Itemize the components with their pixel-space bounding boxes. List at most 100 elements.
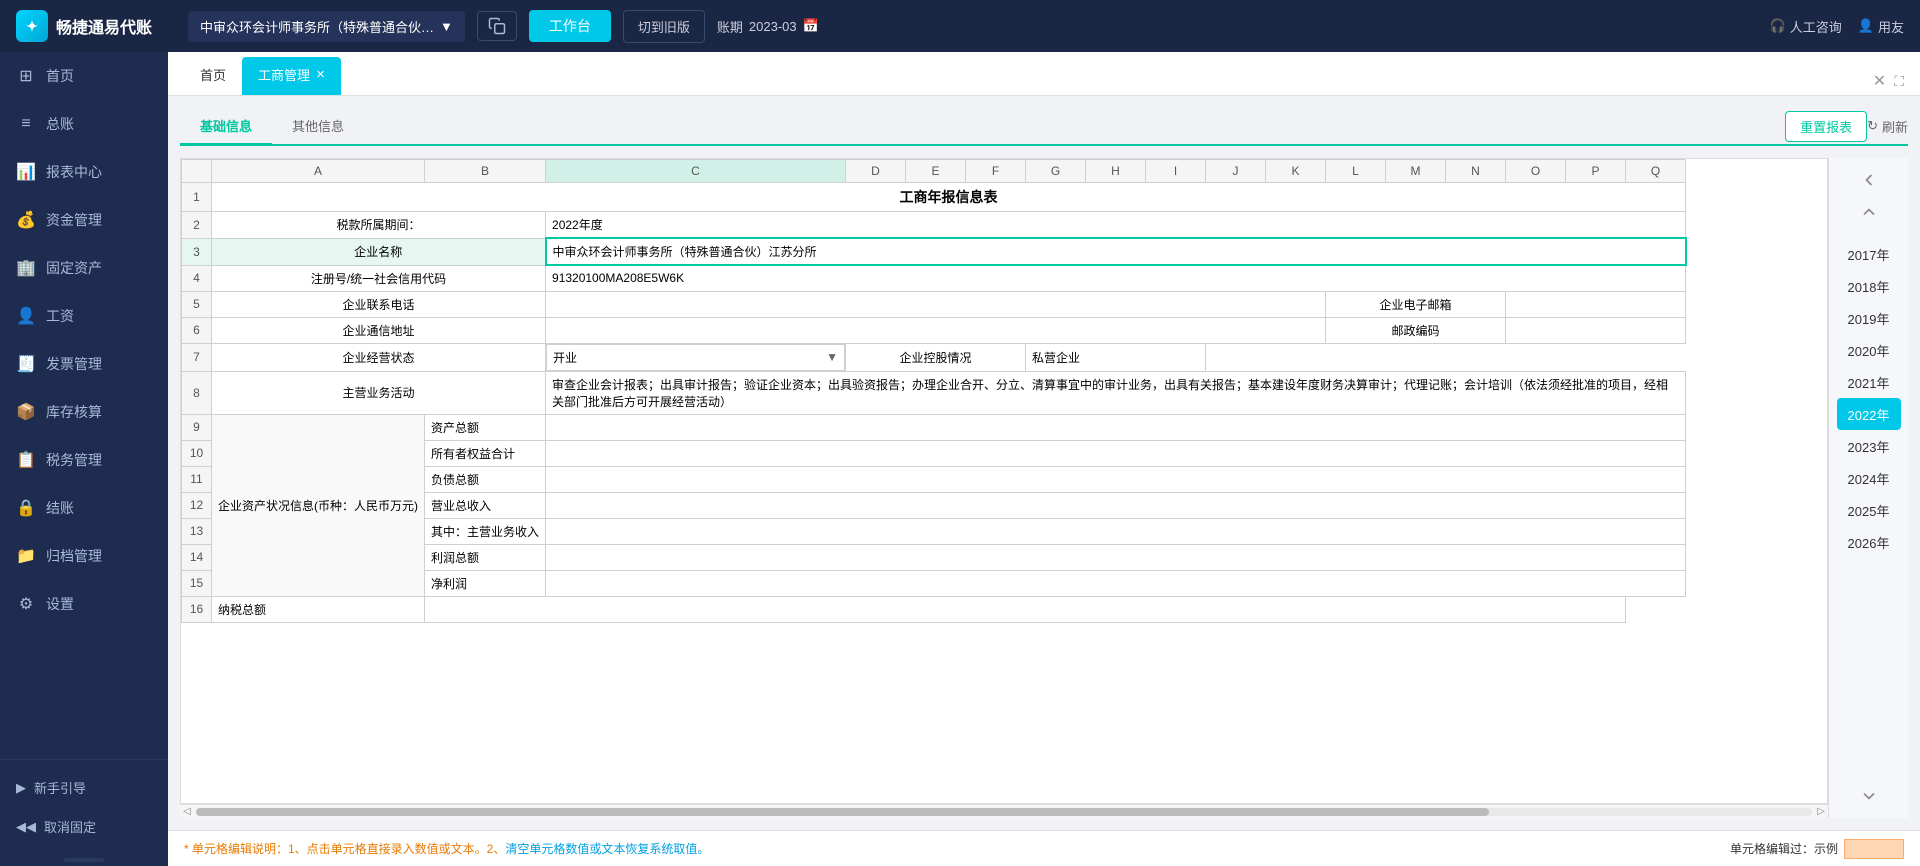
panel-collapse-button[interactable] bbox=[1839, 166, 1899, 194]
col-header-b: B bbox=[425, 160, 546, 183]
sidebar-item-archive[interactable]: 📁 归档管理 bbox=[0, 532, 168, 580]
calendar-icon[interactable]: 📅 bbox=[803, 18, 819, 34]
sidebar-label-archive: 归档管理 bbox=[46, 546, 102, 566]
panel-up-button[interactable] bbox=[1839, 198, 1899, 226]
profit-value-cell[interactable] bbox=[546, 544, 1686, 570]
year-item[interactable]: 2022年 bbox=[1837, 398, 1901, 430]
table-row: 9 企业资产状况信息(币种：人民币万元) 资产总额 bbox=[182, 414, 1686, 440]
consultation-link[interactable]: 🎧 人工咨询 bbox=[1770, 17, 1842, 36]
address-value-cell[interactable] bbox=[546, 317, 1326, 343]
cell-edited-sample bbox=[1844, 839, 1904, 859]
app-name: 畅捷通易代账 bbox=[56, 14, 152, 38]
equity-value-cell[interactable] bbox=[546, 440, 1686, 466]
year-item[interactable]: 2025年 bbox=[1837, 494, 1901, 526]
holding-value-cell[interactable]: 私营企业 bbox=[1026, 343, 1206, 371]
page-content: 基础信息 其他信息 重置报表 ↻ 刷新 bbox=[168, 96, 1920, 830]
refresh-button[interactable]: ↻ 刷新 bbox=[1867, 117, 1908, 136]
year-item[interactable]: 2023年 bbox=[1837, 430, 1901, 462]
horizontal-scrollbar[interactable]: ◁ ▷ bbox=[180, 804, 1828, 818]
col-header-c: C bbox=[546, 160, 846, 183]
company-selector[interactable]: 中审众环会计师事务所（特殊普通合伙… ▼ bbox=[188, 11, 465, 42]
asset-value-cell[interactable] bbox=[546, 414, 1686, 440]
scroll-track[interactable] bbox=[196, 808, 1812, 816]
settings-icon: ⚙ bbox=[16, 594, 36, 614]
email-value-cell[interactable] bbox=[1506, 291, 1686, 317]
status-dropdown-icon[interactable]: ▼ bbox=[826, 350, 838, 364]
close-window-icon[interactable]: ✕ bbox=[1873, 71, 1886, 91]
scroll-right-arrow[interactable]: ▷ bbox=[1814, 806, 1828, 817]
postcode-label-cell: 邮政编码 bbox=[1326, 317, 1506, 343]
table-row: 2 税款所属期间： 2022年度 bbox=[182, 212, 1686, 239]
dropdown-arrow-icon: ▼ bbox=[440, 19, 453, 34]
copy-button[interactable] bbox=[477, 11, 517, 41]
debt-value-cell[interactable] bbox=[546, 466, 1686, 492]
revenue-value-cell[interactable] bbox=[546, 492, 1686, 518]
main-revenue-value-cell[interactable] bbox=[546, 518, 1686, 544]
status-value-cell[interactable]: 开业 ▼ bbox=[546, 344, 845, 371]
net-profit-value-cell[interactable] bbox=[546, 570, 1686, 596]
sidebar-item-report[interactable]: 📊 报表中心 bbox=[0, 148, 168, 196]
scroll-left-arrow[interactable]: ◁ bbox=[180, 806, 194, 817]
table-row: 8 主营业务活动 审查企业会计报表；出具审计报告；验证企业资本；出具验资报告；办… bbox=[182, 371, 1686, 414]
reset-report-button[interactable]: 重置报表 bbox=[1785, 111, 1867, 142]
sidebar-item-finance[interactable]: 💰 资金管理 bbox=[0, 196, 168, 244]
col-header-o: O bbox=[1506, 160, 1566, 183]
tab-close-icon[interactable]: ✕ bbox=[316, 68, 325, 81]
row-num: 12 bbox=[182, 492, 212, 518]
period-value: 2023-03 bbox=[749, 19, 797, 34]
sidebar-label-payroll: 工资 bbox=[46, 306, 74, 326]
old-version-button[interactable]: 切到旧版 bbox=[623, 10, 705, 43]
sidebar-item-settings[interactable]: ⚙ 设置 bbox=[0, 580, 168, 628]
row-num: 13 bbox=[182, 518, 212, 544]
sub-tab-basic[interactable]: 基础信息 bbox=[180, 108, 272, 146]
sidebar-item-invoice[interactable]: 🧾 发票管理 bbox=[0, 340, 168, 388]
tax-value-cell[interactable] bbox=[425, 596, 1626, 622]
user-menu[interactable]: 👤 用友 bbox=[1858, 17, 1904, 36]
contact-label-cell: 企业联系电话 bbox=[212, 291, 546, 317]
sub-tab-other[interactable]: 其他信息 bbox=[272, 108, 364, 146]
year-item[interactable]: 2021年 bbox=[1837, 366, 1901, 398]
year-item[interactable]: 2026年 bbox=[1837, 526, 1901, 558]
sidebar-item-ledger[interactable]: ≡ 总账 bbox=[0, 100, 168, 148]
sidebar-item-inventory[interactable]: 📦 库存核算 bbox=[0, 388, 168, 436]
tab-home[interactable]: 首页 bbox=[184, 57, 242, 95]
expand-icon[interactable]: ⛶ bbox=[1894, 73, 1904, 90]
payroll-icon: 👤 bbox=[16, 306, 36, 326]
business-value-cell[interactable]: 审查企业会计报表；出具审计报告；验证企业资本；出具验资报告；办理企业合开、分立、… bbox=[546, 371, 1686, 414]
spreadsheet-container[interactable]: A B C D E F G H I J bbox=[180, 158, 1828, 804]
table-row: 7 企业经营状态 开业 ▼ 企业控股情况 私营企业 bbox=[182, 343, 1686, 371]
row-num: 3 bbox=[182, 238, 212, 265]
company-name-cell[interactable]: 中审众环会计师事务所（特殊普通合伙）江苏分所 bbox=[546, 238, 1686, 265]
sheet-title-cell[interactable]: 工商年报信息表 bbox=[212, 183, 1686, 212]
row-num: 4 bbox=[182, 265, 212, 291]
bottom-bar: * 单元格编辑说明：1、点击单元格直接录入数值或文本。2、清空单元格数值或文本恢… bbox=[168, 830, 1920, 866]
year-item[interactable]: 2019年 bbox=[1837, 302, 1901, 334]
equity-label-cell: 所有者权益合计 bbox=[425, 440, 546, 466]
panel-down-button[interactable] bbox=[1839, 782, 1899, 810]
table-row: 3 企业名称 中审众环会计师事务所（特殊普通合伙）江苏分所 bbox=[182, 238, 1686, 265]
reg-value-cell[interactable]: 91320100MA208E5W6K bbox=[546, 265, 1686, 291]
sidebar-resize[interactable] bbox=[0, 854, 168, 866]
tab-home-label: 首页 bbox=[200, 65, 226, 84]
sidebar-item-tax[interactable]: 📋 税务管理 bbox=[0, 436, 168, 484]
postcode-value-cell[interactable] bbox=[1506, 317, 1686, 343]
tab-business[interactable]: 工商管理 ✕ bbox=[242, 57, 341, 95]
col-header-e: E bbox=[906, 160, 966, 183]
workbench-button[interactable]: 工作台 bbox=[529, 10, 611, 42]
sidebar-item-closing[interactable]: 🔒 结账 bbox=[0, 484, 168, 532]
sidebar-item-newbie[interactable]: ▶ 新手引导 bbox=[0, 768, 168, 807]
period-value-cell[interactable]: 2022年度 bbox=[546, 212, 1686, 239]
reg-label-cell: 注册号/统一社会信用代码 bbox=[212, 265, 546, 291]
sheet-table: A B C D E F G H I J bbox=[181, 159, 1687, 623]
status-text: 开业 bbox=[553, 349, 577, 366]
year-item[interactable]: 2020年 bbox=[1837, 334, 1901, 366]
sidebar-item-payroll[interactable]: 👤 工资 bbox=[0, 292, 168, 340]
year-item[interactable]: 2024年 bbox=[1837, 462, 1901, 494]
sidebar-item-unpin[interactable]: ◀◀ 取消固定 bbox=[0, 807, 168, 846]
scroll-thumb[interactable] bbox=[196, 808, 1489, 816]
contact-value-cell[interactable] bbox=[546, 291, 1326, 317]
year-item[interactable]: 2018年 bbox=[1837, 270, 1901, 302]
year-item[interactable]: 2017年 bbox=[1837, 238, 1901, 270]
sidebar-item-assets[interactable]: 🏢 固定资产 bbox=[0, 244, 168, 292]
sidebar-item-home[interactable]: ⊞ 首页 bbox=[0, 52, 168, 100]
